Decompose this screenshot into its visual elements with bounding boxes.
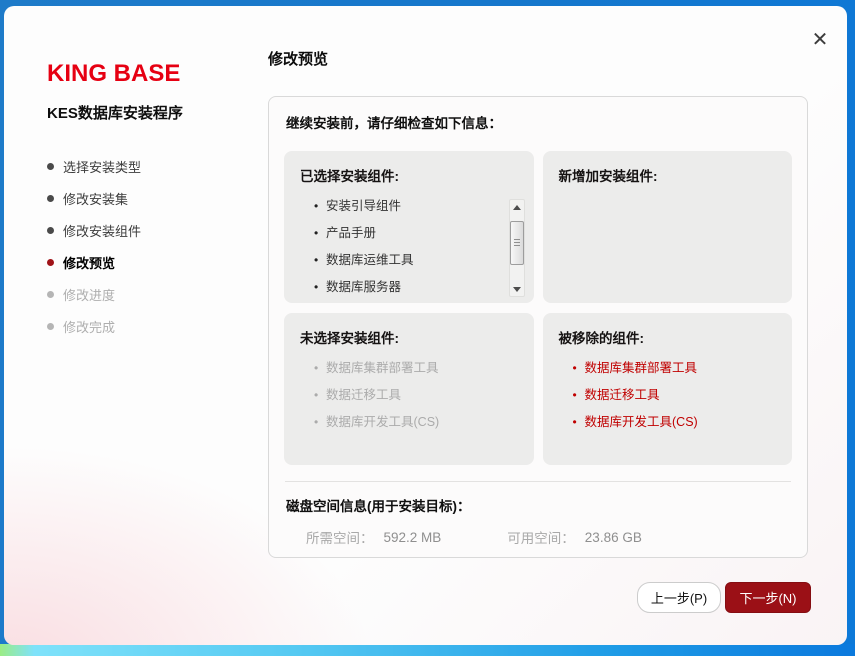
preview-panel: 继续安装前，请仔细检查如下信息： 已选择安装组件: 安装引导组件 产品手册 数据… <box>268 96 808 558</box>
list-item: 数据库运维工具 <box>314 247 500 274</box>
step-modify-install-set: 修改安装集 <box>47 182 257 214</box>
list-item: 数据迁移工具 <box>314 382 500 409</box>
list-item: 数据迁移工具 <box>573 382 759 409</box>
page-title: 修改预览 <box>268 51 329 68</box>
scrollbar-grip-icon <box>513 239 520 247</box>
list-item: 数据库集群部署工具 <box>573 355 759 382</box>
notice-text: 继续安装前，请仔细检查如下信息： <box>286 116 502 131</box>
required-space-value: 592.2 MB <box>383 529 442 545</box>
step-bullet-icon <box>47 290 54 298</box>
installer-window: ✕ KING BASE KES数据库安装程序 选择安装类型 修改安装集 修改安装… <box>4 6 847 645</box>
required-space-label: 所需空间： <box>306 531 374 546</box>
list-item: 数据库开发工具(CS) <box>573 409 759 436</box>
install-steps-nav: 选择安装类型 修改安装集 修改安装组件 修改预览 修改进度 修改完成 <box>47 150 257 342</box>
removed-components-title: 被移除的组件: <box>558 331 645 346</box>
list-item: 数据库开发工具(CS) <box>314 409 500 436</box>
unselected-components-panel: 未选择安装组件: 数据库集群部署工具 数据迁移工具 数据库开发工具(CS) <box>284 313 534 465</box>
available-space-value: 23.86 GB <box>584 529 642 545</box>
step-modify-complete: 修改完成 <box>47 310 257 342</box>
removed-components-panel: 被移除的组件: 数据库集群部署工具 数据迁移工具 数据库开发工具(CS) <box>542 313 792 465</box>
step-label: 修改进度 <box>63 287 116 303</box>
step-modify-components: 修改安装组件 <box>47 214 257 246</box>
step-bullet-icon <box>47 322 54 330</box>
step-label: 修改预览 <box>63 255 116 271</box>
list-item: 数据库集群部署工具 <box>314 355 500 382</box>
disk-space-title: 磁盘空间信息(用于安装目标)： <box>286 499 471 514</box>
selected-components-title: 已选择安装组件: <box>300 169 399 184</box>
step-modify-progress: 修改进度 <box>47 278 257 310</box>
step-bullet-icon <box>47 226 54 234</box>
available-space-label: 可用空间： <box>507 531 575 546</box>
step-choose-install-type: 选择安装类型 <box>47 150 257 182</box>
step-label: 修改安装组件 <box>63 223 142 239</box>
step-bullet-icon <box>47 162 54 170</box>
kingbase-logo: KING BASE <box>47 60 181 87</box>
step-bullet-icon <box>47 258 54 266</box>
step-modify-preview: 修改预览 <box>47 246 257 278</box>
list-item: 产品手册 <box>314 220 500 247</box>
vertical-scrollbar[interactable] <box>508 199 525 297</box>
previous-step-button[interactable]: 上一步(P) <box>637 582 721 613</box>
scroll-up-icon[interactable] <box>510 201 524 213</box>
list-item: 安装引导组件 <box>314 193 500 220</box>
selected-components-list: 安装引导组件 产品手册 数据库运维工具 数据库服务器 <box>314 193 500 301</box>
selected-components-panel: 已选择安装组件: 安装引导组件 产品手册 数据库运维工具 数据库服务器 <box>284 151 534 303</box>
step-label: 选择安装类型 <box>63 159 142 175</box>
component-summary-grid: 已选择安装组件: 安装引导组件 产品手册 数据库运维工具 数据库服务器 新增加安… <box>284 151 792 465</box>
added-components-title: 新增加安装组件: <box>558 169 658 184</box>
disk-section-divider <box>285 481 791 482</box>
step-label: 修改安装集 <box>63 191 129 207</box>
added-components-panel: 新增加安装组件: <box>542 151 792 303</box>
step-bullet-icon <box>47 194 54 202</box>
disk-space-values: 所需空间： 592.2 MB 可用空间： 23.86 GB <box>306 527 642 547</box>
list-item: 数据库服务器 <box>314 274 500 301</box>
unselected-components-list: 数据库集群部署工具 数据迁移工具 数据库开发工具(CS) <box>314 355 500 436</box>
scroll-down-icon[interactable] <box>510 283 524 295</box>
unselected-components-title: 未选择安装组件: <box>300 331 399 346</box>
step-label: 修改完成 <box>63 319 116 335</box>
removed-components-list: 数据库集群部署工具 数据迁移工具 数据库开发工具(CS) <box>573 355 759 436</box>
close-icon[interactable]: ✕ <box>807 26 833 52</box>
app-title: KES数据库安装程序 <box>47 105 183 122</box>
next-step-button[interactable]: 下一步(N) <box>725 582 811 613</box>
scrollbar-thumb[interactable] <box>509 221 524 265</box>
desktop-background-strip <box>0 644 855 656</box>
